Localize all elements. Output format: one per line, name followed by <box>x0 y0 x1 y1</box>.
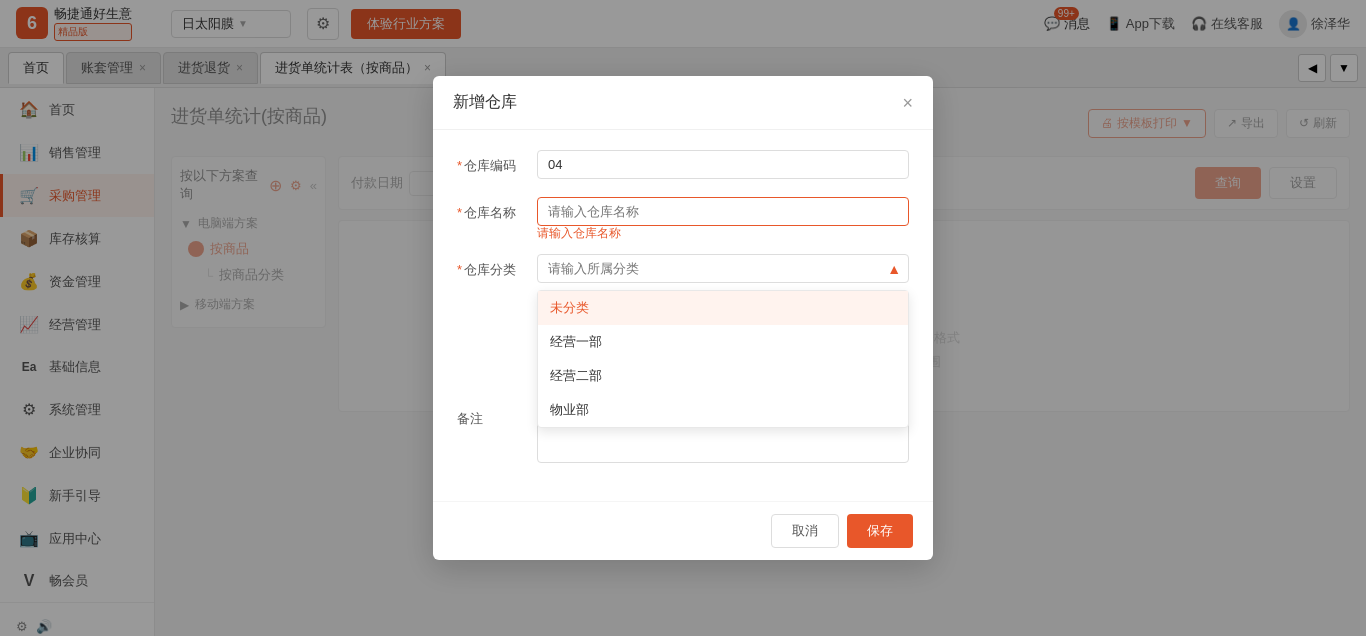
code-field-row: 仓库编码 <box>457 150 909 179</box>
dropdown-item-property[interactable]: 物业部 <box>538 393 908 427</box>
name-field-row: 仓库名称 请输入仓库名称 <box>457 197 909 226</box>
category-field-row: 仓库分类 ▲ 未分类 经营一部 经营二部 物业部 <box>457 254 909 283</box>
category-dropdown: 未分类 经营一部 经营二部 物业部 <box>537 290 909 428</box>
category-input[interactable] <box>537 254 909 283</box>
dropdown-item-dept1[interactable]: 经营一部 <box>538 325 908 359</box>
modal-overlay: 新增仓库 × 仓库编码 仓库名称 请输入仓库名称 仓库分类 ▲ <box>0 0 1366 636</box>
add-warehouse-modal: 新增仓库 × 仓库编码 仓库名称 请输入仓库名称 仓库分类 ▲ <box>433 76 933 560</box>
save-button[interactable]: 保存 <box>847 514 913 548</box>
code-input[interactable] <box>537 150 909 179</box>
code-label: 仓库编码 <box>457 150 537 175</box>
category-label: 仓库分类 <box>457 254 537 279</box>
modal-title: 新增仓库 <box>453 92 517 113</box>
name-input[interactable] <box>537 197 909 226</box>
modal-footer: 取消 保存 <box>433 501 933 560</box>
category-toggle-icon[interactable]: ▲ <box>887 261 901 277</box>
notes-label: 备注 <box>457 403 537 428</box>
modal-close-button[interactable]: × <box>902 94 913 112</box>
modal-header: 新增仓库 × <box>433 76 933 130</box>
category-input-wrapper: ▲ <box>537 254 909 283</box>
name-error-msg: 请输入仓库名称 <box>537 225 621 242</box>
name-label: 仓库名称 <box>457 197 537 222</box>
cancel-button[interactable]: 取消 <box>771 514 839 548</box>
modal-body: 仓库编码 仓库名称 请输入仓库名称 仓库分类 ▲ 未分类 经营一部 <box>433 130 933 501</box>
dropdown-item-uncategorized[interactable]: 未分类 <box>538 291 908 325</box>
dropdown-item-dept2[interactable]: 经营二部 <box>538 359 908 393</box>
